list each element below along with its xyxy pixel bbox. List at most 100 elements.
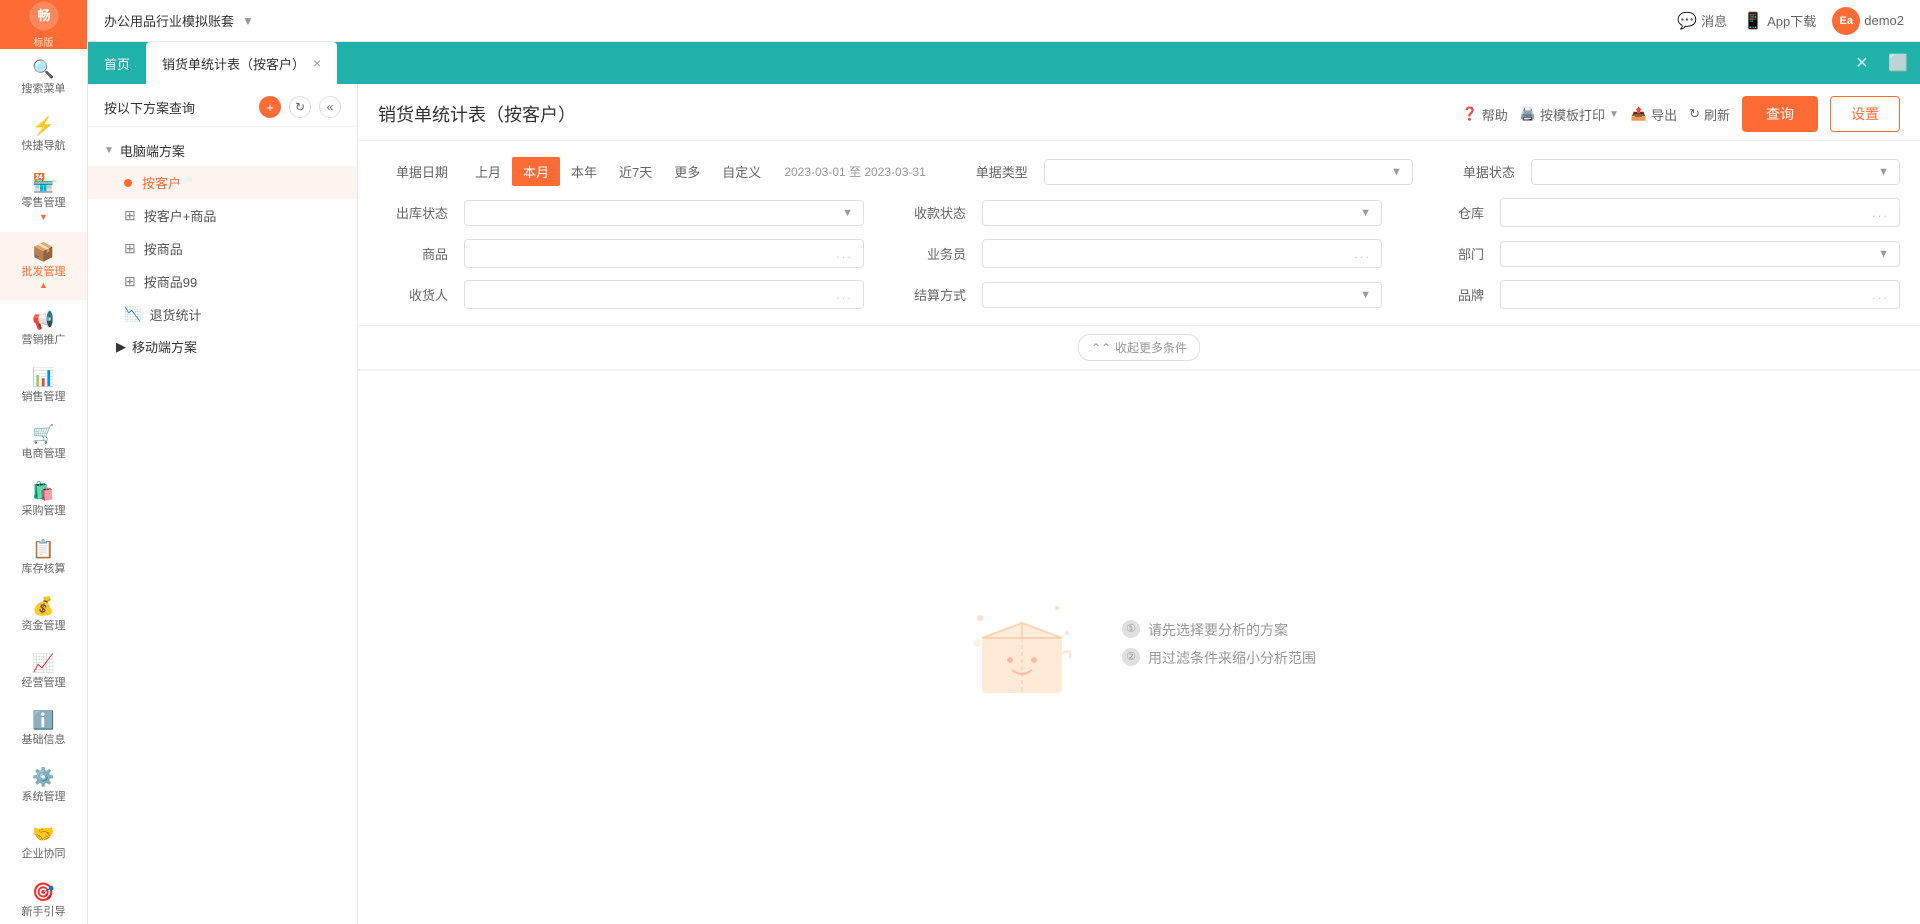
settings-button[interactable]: 设置 — [1830, 96, 1900, 132]
sidebar-item-ecommerce[interactable]: 🛒 电商管理 — [0, 414, 87, 471]
user-profile-btn[interactable]: Ea demo2 — [1832, 7, 1904, 35]
svg-text:畅: 畅 — [37, 8, 50, 23]
refresh-btn[interactable]: ↻ 刷新 — [1689, 105, 1730, 124]
sidebar-item-system[interactable]: ⚙️ 系统管理 — [0, 757, 87, 814]
template-print-btn[interactable]: 🖨️ 按模板打印 ▼ — [1520, 105, 1619, 124]
sidebar-item-purchase-label: 采购管理 — [22, 505, 66, 518]
export-btn[interactable]: 📤 导出 — [1631, 105, 1677, 124]
brand-input[interactable]: ... — [1500, 280, 1900, 309]
sidebar-logo[interactable]: 畅 标版 — [0, 0, 88, 49]
department-select[interactable]: ▼ — [1500, 241, 1900, 267]
salesperson-control[interactable]: ... — [982, 239, 1382, 268]
quick-nav-icon: ⚡ — [32, 116, 54, 137]
collapse-filters-btn[interactable]: ⌃⌃ 收起更多条件 — [1078, 334, 1200, 361]
sidebar-item-retail[interactable]: 🏪 零售管理 ▼ — [0, 163, 87, 231]
receiver-input[interactable]: ... — [464, 280, 864, 309]
shipment-select-control[interactable]: ▼ — [464, 200, 864, 226]
print-dropdown-icon: ▼ — [1609, 109, 1619, 120]
tree-section: ▼ 电脑端方案 按客户 ⊞ 按客户+商品 ⊞ 按商品 ⊞ 按商品99 — [88, 127, 357, 370]
sidebar-item-operations[interactable]: 📈 经营管理 — [0, 643, 87, 700]
type-dropdown-icon: ▼ — [1391, 166, 1402, 178]
app-download-label: App下载 — [1767, 11, 1816, 30]
customer-goods-icon: ⊞ — [124, 207, 136, 224]
payment-select[interactable]: ▼ — [982, 200, 1382, 226]
date-tab-this-year[interactable]: 本年 — [560, 157, 608, 186]
tree-item-return-stats[interactable]: 📉 退货统计 — [88, 298, 357, 331]
date-tab-this-month[interactable]: 本月 — [512, 157, 560, 186]
page-content: 按以下方案查询 + ↻ « ▼ 电脑端方案 按客户 ⊞ 按客户+ — [88, 84, 1920, 924]
tab-close-btn[interactable]: × — [313, 55, 321, 71]
warehouse-control[interactable]: ... — [1500, 198, 1900, 227]
empty-illustration — [962, 588, 1082, 708]
settlement-control[interactable]: ▼ — [982, 282, 1382, 308]
status-select[interactable]: ▼ — [1531, 159, 1900, 185]
left-panel-title: 按以下方案查询 — [104, 98, 195, 117]
sidebar-item-sales[interactable]: 📊 销售管理 — [0, 357, 87, 414]
tree-item-by-customer[interactable]: 按客户 — [88, 166, 357, 199]
goods-label: 商品 — [378, 244, 448, 263]
sidebar-item-guide[interactable]: 🎯 新手引导 — [0, 872, 87, 924]
sidebar-item-inventory[interactable]: 📋 库存核算 — [0, 529, 87, 586]
tab-active[interactable]: 销货单统计表（按客户） × — [146, 42, 337, 84]
by-goods-icon: ⊞ — [124, 240, 136, 257]
sidebar-item-search[interactable]: 🔍 搜索菜单 — [0, 49, 87, 106]
date-range: 2023-03-01 至 2023-03-31 — [784, 163, 925, 180]
tree-group-mobile[interactable]: ▶ 移动端方案 — [88, 331, 357, 362]
sidebar-item-quick-nav[interactable]: ⚡ 快捷导航 — [0, 106, 87, 163]
sidebar-item-marketing[interactable]: 📢 营销推广 — [0, 300, 87, 357]
add-scheme-btn[interactable]: + — [259, 96, 281, 118]
tree-item-by-goods[interactable]: ⊞ 按商品 — [88, 232, 357, 265]
avatar: Ea — [1832, 7, 1860, 35]
brand-control[interactable]: ... — [1500, 280, 1900, 309]
date-tab-more[interactable]: 更多 — [663, 157, 711, 186]
receiver-control[interactable]: ... — [464, 280, 864, 309]
salesperson-dots: ... — [1354, 246, 1371, 261]
refresh-scheme-btn[interactable]: ↻ — [289, 96, 311, 118]
date-tab-last-month[interactable]: 上月 — [464, 157, 512, 186]
sidebar-item-wholesale[interactable]: 📦 批发管理 ▲ — [0, 232, 87, 300]
app-download-btn[interactable]: 📱 App下载 — [1743, 11, 1816, 31]
collapse-panel-btn[interactable]: « — [319, 96, 341, 118]
sidebar-item-purchase[interactable]: 🛍️ 采购管理 — [0, 471, 87, 528]
warehouse-input[interactable]: ... — [1500, 198, 1900, 227]
shipment-select[interactable]: ▼ — [464, 200, 864, 226]
tree-group-desktop[interactable]: ▼ 电脑端方案 — [88, 135, 357, 166]
type-label: 单据类型 — [958, 162, 1028, 181]
tree-item-goods-99[interactable]: ⊞ 按商品99 — [88, 265, 357, 298]
tab-bar: 首页 销货单统计表（按客户） × ✕ ⬜ — [88, 42, 1920, 84]
date-filter: 上月 本月 本年 近7天 更多 自定义 2023-03-01 至 2023-03… — [464, 157, 926, 186]
sidebar-item-marketing-label: 营销推广 — [22, 334, 66, 347]
sidebar-item-finance[interactable]: 💰 资金管理 — [0, 586, 87, 643]
message-btn[interactable]: 💬 消息 — [1677, 11, 1727, 31]
tab-home[interactable]: 首页 — [88, 42, 146, 84]
type-select[interactable]: ▼ — [1044, 159, 1413, 185]
tab-close-window-btn[interactable]: ✕ — [1848, 49, 1876, 77]
ecommerce-icon: 🛒 — [32, 424, 54, 445]
query-button[interactable]: 查询 — [1742, 96, 1818, 132]
tree-item-customer-goods[interactable]: ⊞ 按客户+商品 — [88, 199, 357, 232]
department-control[interactable]: ▼ — [1500, 241, 1900, 267]
date-tab-custom[interactable]: 自定义 — [711, 157, 772, 186]
goods-input[interactable]: ... — [464, 239, 864, 268]
status-label: 单据状态 — [1445, 162, 1515, 181]
help-btn[interactable]: ❓ 帮助 — [1462, 105, 1508, 124]
tab-maximize-btn[interactable]: ⬜ — [1884, 49, 1912, 77]
left-panel-header: 按以下方案查询 + ↻ « — [88, 84, 357, 127]
page-header-actions: ❓ 帮助 🖨️ 按模板打印 ▼ 📤 导出 ↻ 刷新 — [1462, 96, 1900, 132]
goods-dots: ... — [836, 246, 853, 261]
date-tab-7days[interactable]: 近7天 — [608, 157, 663, 186]
sidebar-item-sales-label: 销售管理 — [22, 391, 66, 404]
settlement-select[interactable]: ▼ — [982, 282, 1382, 308]
salesperson-input[interactable]: ... — [982, 239, 1382, 268]
template-print-label: 按模板打印 — [1540, 105, 1605, 124]
salesperson-label: 业务员 — [896, 244, 966, 263]
goods-control[interactable]: ... — [464, 239, 864, 268]
type-select-control[interactable]: ▼ — [1044, 159, 1413, 185]
header-dropdown-icon[interactable]: ▼ — [242, 14, 254, 28]
tab-active-label: 销货单统计表（按客户） — [162, 54, 305, 73]
filter-area: 单据日期 上月 本月 本年 近7天 更多 自定义 2023-03-01 至 20… — [358, 141, 1920, 325]
payment-select-control[interactable]: ▼ — [982, 200, 1382, 226]
sidebar-item-cooperation[interactable]: 🤝 企业协同 — [0, 814, 87, 871]
sidebar-item-basic[interactable]: ℹ️ 基础信息 — [0, 700, 87, 757]
status-select-control[interactable]: ▼ — [1531, 159, 1900, 185]
